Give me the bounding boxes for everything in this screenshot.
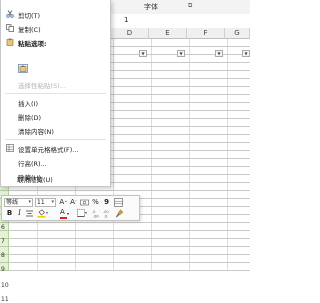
svg-text:.0: .0 (104, 215, 107, 219)
accounting-icon (80, 199, 89, 206)
bold-button[interactable]: B (5, 209, 14, 218)
svg-text:.00: .00 (93, 215, 99, 219)
borders-button[interactable]: ▾ (77, 209, 89, 218)
increase-decimal-button[interactable]: .0 .00 (92, 209, 101, 219)
row-number[interactable]: 11 (1, 296, 9, 303)
chevron-down-icon: ▾ (28, 199, 31, 205)
italic-button[interactable]: I (15, 209, 24, 218)
svg-text:▾: ▾ (85, 210, 87, 215)
decrease-font-size-button[interactable]: Aˇ (69, 198, 78, 207)
format-cells-icon (6, 144, 14, 152)
decrease-decimal-button[interactable]: .00 .0 (103, 209, 112, 219)
menu-item-label: 插入(I) (18, 100, 38, 108)
chevron-down-icon: ▾ (51, 199, 54, 205)
accounting-format-button[interactable] (80, 198, 89, 207)
menu-item-clear-contents[interactable]: 清除内容(N) (1, 124, 110, 136)
menu-item-label: 选择性粘贴(S)... (18, 82, 66, 90)
format-painter-button[interactable] (115, 209, 124, 218)
format-painter-grid-button[interactable] (114, 198, 123, 207)
chevron-down-icon: ▾ (67, 211, 70, 216)
row-number[interactable]: 9 (1, 266, 5, 273)
clipboard-icon (6, 38, 14, 46)
row-number[interactable]: 10 (1, 282, 9, 289)
mini-toolbar: 等线 ▾ 11 ▾ A^ Aˇ % 9 B I ▾ A ▾ ▾ .0 .00 .… (1, 195, 140, 221)
svg-text:▾: ▾ (46, 210, 48, 215)
borders-icon: ▾ (77, 209, 87, 217)
table-format-icon (114, 198, 123, 207)
filter-dropdown-icon[interactable]: ▼ (215, 50, 223, 57)
row-number[interactable]: 8 (1, 252, 5, 259)
menu-item-paste-special: 选择性粘贴(S)... (1, 78, 110, 90)
align-center-button[interactable] (25, 209, 34, 218)
menu-item-insert[interactable]: 插入(I) (1, 96, 110, 108)
font-color-letter: A (60, 208, 65, 216)
filter-dropdown-icon[interactable]: ▼ (177, 50, 185, 57)
context-menu: 剪切(T) 复制(C) 粘贴选项: 选择性粘贴(S)... 插入(I) 删除(D… (0, 0, 111, 187)
menu-item-label: 行高(R)... (18, 160, 47, 168)
decrease-decimal-icon: .00 .0 (103, 210, 109, 219)
increase-font-size-button[interactable]: A^ (59, 198, 68, 207)
svg-text:.00: .00 (103, 210, 109, 214)
menu-item-paste-options: 粘贴选项: (1, 36, 110, 48)
paste-option-button[interactable] (18, 64, 28, 73)
row-number[interactable]: 6 (1, 224, 5, 231)
font-dialog-launcher-icon[interactable]: ⧉ (188, 2, 195, 9)
menu-item-format-cells[interactable]: 设置单元格格式(F)... (1, 142, 110, 154)
svg-text:.0: .0 (92, 210, 95, 214)
font-name-select[interactable]: 等线 ▾ (4, 198, 33, 207)
menu-item-copy[interactable]: 复制(C) (1, 22, 110, 34)
scissors-icon (6, 10, 14, 18)
font-size-value: 11 (37, 199, 45, 206)
paint-bucket-icon: ▾ (37, 209, 48, 218)
align-center-icon (26, 210, 33, 217)
clipboard-icon (19, 65, 27, 72)
font-color-button[interactable]: A ▾ (60, 208, 71, 219)
paintbrush-icon (115, 209, 124, 218)
font-size-select[interactable]: 11 ▾ (35, 198, 56, 207)
column-header-f[interactable]: F (187, 28, 225, 39)
fill-color-button[interactable]: ▾ (37, 209, 49, 218)
menu-item-label: 粘贴选项: (18, 40, 47, 48)
menu-item-label: 复制(C) (18, 26, 41, 34)
filter-dropdown-icon[interactable]: ▼ (242, 50, 250, 57)
menu-item-label: 剪切(T) (18, 12, 41, 20)
menu-item-unhide[interactable]: 取消隐藏(U) (0, 172, 109, 184)
menu-item-label: 清除内容(N) (18, 128, 54, 136)
menu-item-row-height[interactable]: 行高(R)... (1, 156, 110, 168)
row-number[interactable]: 7 (1, 238, 5, 245)
menu-separator (5, 139, 106, 140)
copy-icon (6, 24, 14, 32)
column-header-g[interactable]: G (225, 28, 250, 39)
column-header-e[interactable]: E (149, 28, 187, 39)
comma-style-button[interactable]: 9 (102, 198, 111, 207)
column-header-d[interactable]: D (111, 28, 149, 39)
increase-decimal-icon: .0 .00 (92, 210, 99, 219)
red-underline-swatch (60, 217, 67, 219)
menu-item-delete[interactable]: 删除(D) (1, 110, 110, 122)
font-name-value: 等线 (6, 199, 19, 206)
menu-item-cut[interactable]: 剪切(T) (1, 8, 110, 20)
menu-item-label: 取消隐藏(U) (17, 176, 53, 184)
font-group-label: 字体 (144, 3, 158, 11)
percent-style-button[interactable]: % (91, 198, 100, 207)
menu-separator (5, 93, 106, 94)
formula-bar-value: 1 (124, 16, 129, 24)
menu-item-label: 设置单元格格式(F)... (18, 146, 79, 154)
menu-item-label: 删除(D) (18, 114, 42, 122)
filter-dropdown-icon[interactable]: ▼ (139, 50, 147, 57)
